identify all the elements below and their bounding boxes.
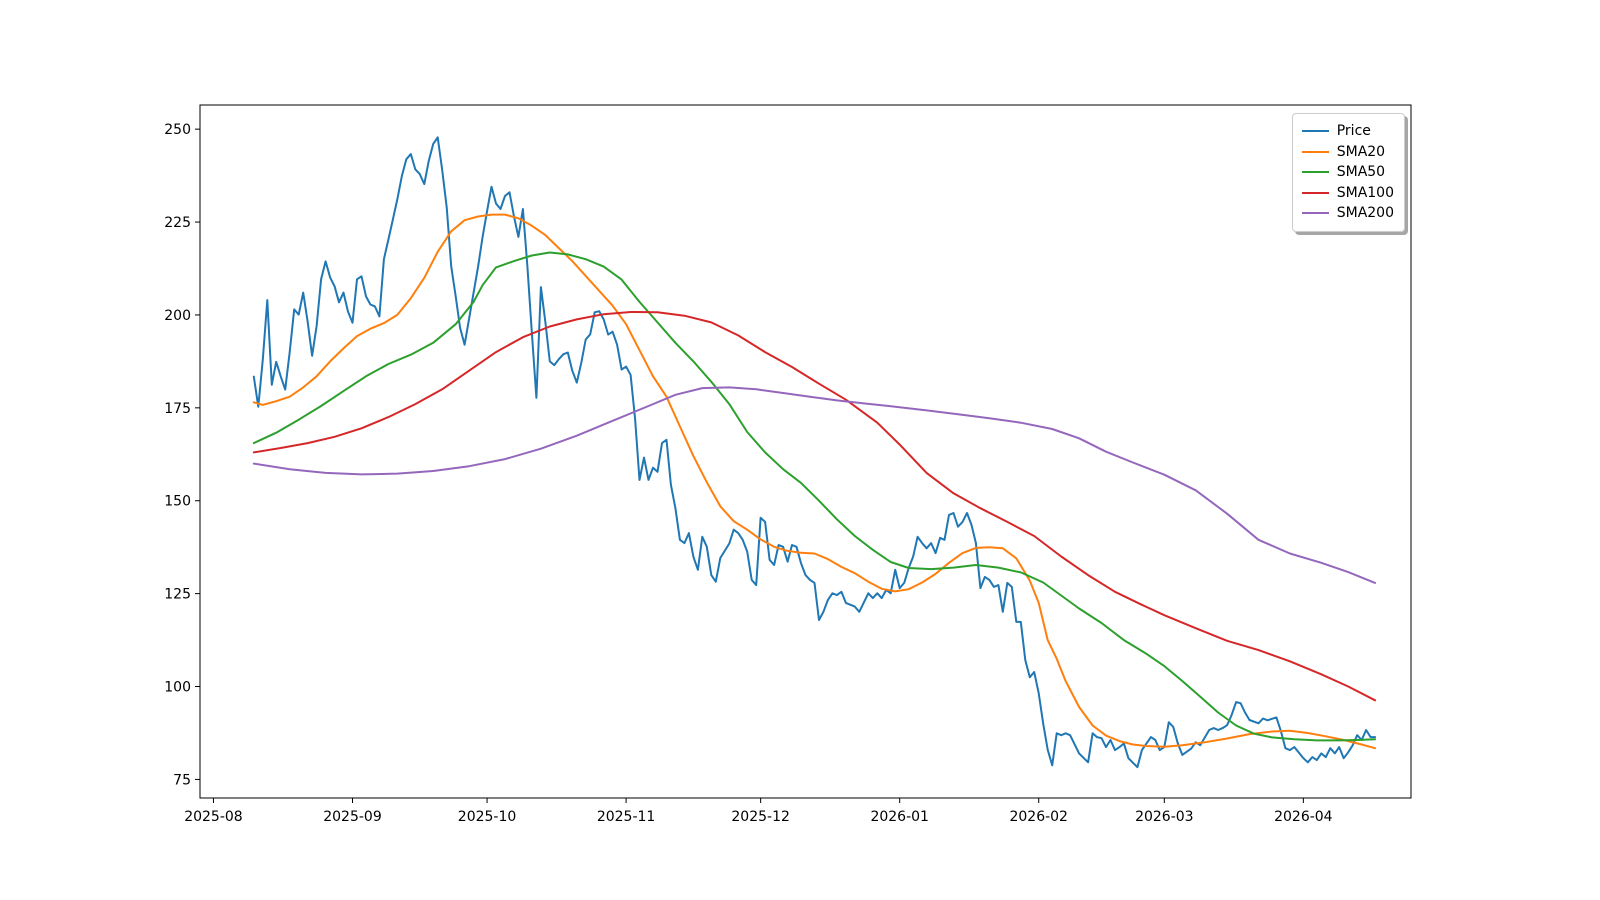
x-tick-label: 2025-08 — [184, 809, 243, 825]
series-line-sma20 — [252, 213, 1377, 750]
plot-border — [199, 104, 1412, 799]
price-sma-chart: 75 100 125 150 175 200 225 250 2025-08 2025-09 202… — [0, 0, 1600, 900]
y-tick-label: 75 — [173, 772, 191, 788]
legend-line-sample — [1301, 171, 1329, 174]
legend-item-sma20: SMA20 — [1301, 142, 1394, 163]
y-tick-label: 225 — [164, 215, 191, 231]
x-tick-label: 2025-11 — [597, 809, 656, 825]
series-line-sma50 — [252, 251, 1377, 742]
legend-item-sma200: SMA200 — [1301, 203, 1394, 224]
legend-item-sma50: SMA50 — [1301, 162, 1394, 183]
y-tick-label: 125 — [164, 587, 191, 603]
x-tick-label: 2026-04 — [1274, 809, 1333, 825]
x-tick-label: 2025-10 — [458, 809, 517, 825]
y-tick-label: 150 — [164, 494, 191, 510]
y-tick-label: 200 — [164, 308, 191, 324]
x-tick-label: 2026-01 — [870, 809, 929, 825]
legend-line-sample — [1301, 150, 1329, 153]
legend: Price SMA20 SMA50 SMA100 SMA200 — [1291, 113, 1405, 232]
x-tick-label: 2025-12 — [731, 809, 790, 825]
y-tick-label: 100 — [164, 680, 191, 696]
legend-label: SMA100 — [1336, 184, 1394, 201]
series-line-price — [252, 136, 1377, 769]
legend-line-sample — [1301, 191, 1329, 194]
legend-label: Price — [1336, 123, 1371, 140]
legend-label: SMA50 — [1336, 164, 1386, 181]
legend-item-price: Price — [1301, 121, 1394, 142]
legend-label: SMA200 — [1336, 205, 1394, 222]
legend-line-sample — [1301, 130, 1329, 133]
legend-item-sma100: SMA100 — [1301, 183, 1394, 204]
x-tick-label: 2026-02 — [1009, 809, 1068, 825]
series-line-sma100 — [252, 311, 1377, 702]
legend-label: SMA20 — [1336, 143, 1386, 160]
x-tick-label: 2026-03 — [1135, 809, 1194, 825]
x-tick-label: 2025-09 — [323, 809, 382, 825]
y-tick-label: 250 — [164, 122, 191, 138]
y-tick-label: 175 — [164, 401, 191, 417]
legend-line-sample — [1301, 212, 1329, 215]
